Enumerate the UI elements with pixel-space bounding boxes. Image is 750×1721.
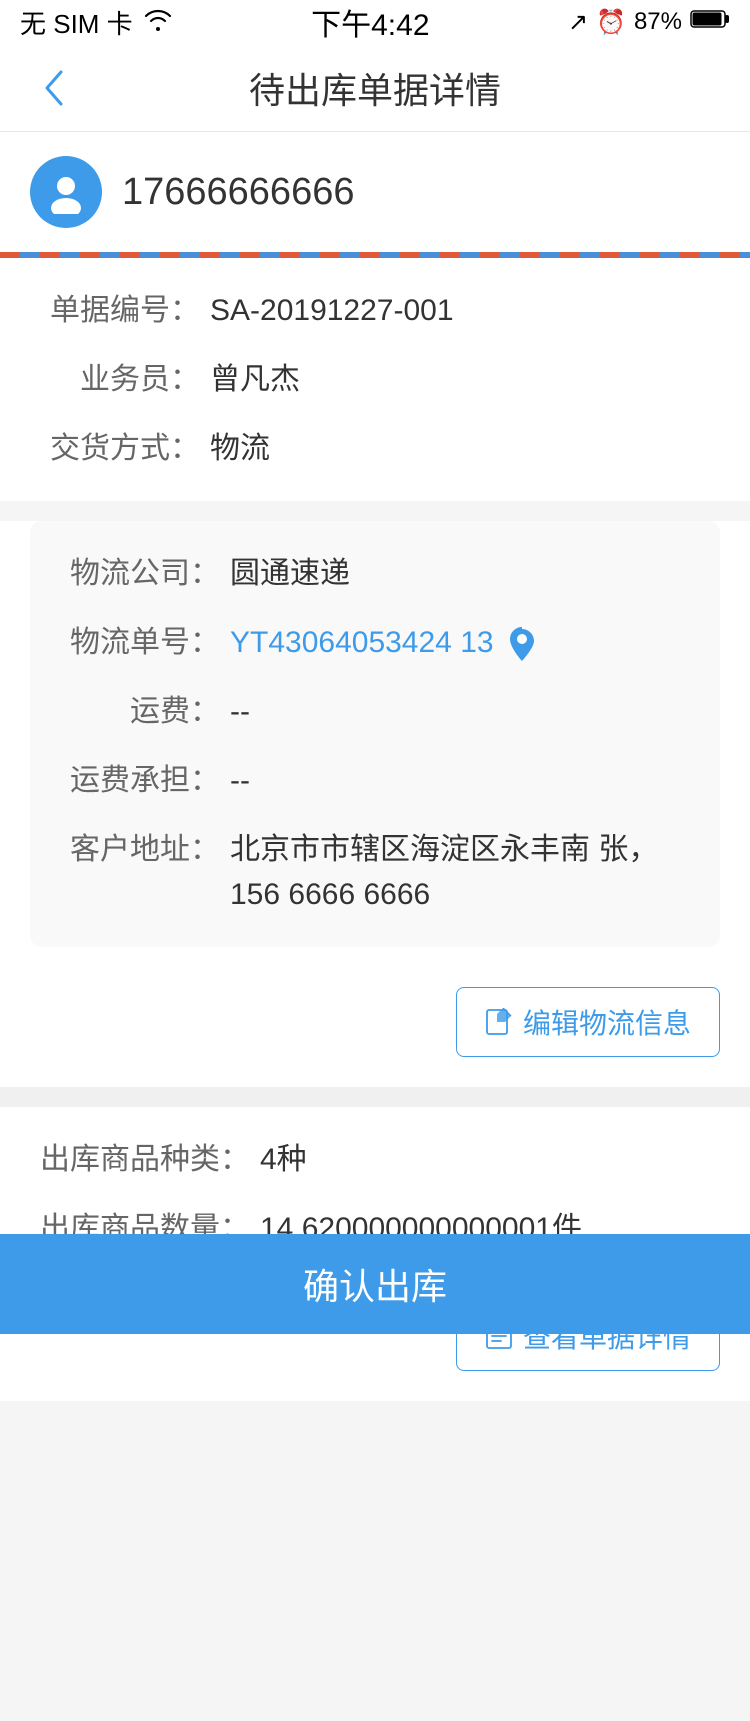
- product-type-label: 出库商品种类：: [40, 1137, 250, 1182]
- status-time: 下午4:42: [311, 0, 429, 44]
- address-row: 客户地址： 北京市市辖区海淀区永丰南 张，156 6666 6666: [60, 827, 690, 917]
- address-label: 客户地址：: [60, 827, 220, 872]
- empty-space: [0, 1401, 750, 1601]
- freight-bearer-value: --: [230, 758, 690, 803]
- wifi-icon: [143, 7, 173, 38]
- order-basic-info: 单据编号： SA-20191227-001 业务员： 曾凡杰 交货方式： 物流: [0, 258, 750, 501]
- user-avatar: [30, 156, 102, 228]
- product-type-value: 4种: [260, 1137, 710, 1182]
- freight-row: 运费： --: [60, 689, 690, 734]
- freight-label: 运费：: [60, 689, 220, 734]
- tracking-row: 物流单号： YT43064053424 13: [60, 620, 690, 665]
- location-icon: ↗: [568, 8, 588, 37]
- edit-logistics-button[interactable]: 编辑物流信息: [456, 987, 720, 1057]
- carrier-text: 无 SIM 卡: [20, 4, 133, 41]
- logistics-company-row: 物流公司： 圆通速递: [60, 551, 690, 596]
- address-value: 北京市市辖区海淀区永丰南 张，156 6666 6666: [230, 827, 690, 917]
- salesperson-label: 业务员：: [40, 357, 200, 402]
- nav-bar: 待出库单据详情: [0, 44, 750, 132]
- doc-number-label: 单据编号：: [40, 288, 200, 333]
- delivery-method-row: 交货方式： 物流: [40, 426, 710, 471]
- location-pin-icon[interactable]: [506, 627, 538, 659]
- confirm-bar[interactable]: 确认出库: [0, 1234, 750, 1334]
- logistics-card: 物流公司： 圆通速递 物流单号： YT43064053424 13 运费：: [30, 521, 720, 947]
- salesperson-value: 曾凡杰: [210, 357, 710, 402]
- status-bar: 无 SIM 卡 下午4:42 ↗ ⏰ 87%: [0, 0, 750, 44]
- battery-text: 87%: [634, 8, 682, 36]
- edit-logistics-label: 编辑物流信息: [523, 1002, 691, 1042]
- status-left: 无 SIM 卡: [20, 4, 173, 41]
- page-title: 待出库单据详情: [80, 62, 670, 114]
- main-content: 17666666666 单据编号： SA-20191227-001 业务员： 曾…: [0, 132, 750, 1721]
- tracking-label: 物流单号：: [60, 620, 220, 665]
- user-header: 17666666666: [0, 132, 750, 252]
- back-button[interactable]: [30, 63, 80, 113]
- status-right: ↗ ⏰ 87%: [568, 8, 730, 37]
- tracking-value: YT43064053424 13: [230, 620, 690, 665]
- user-phone: 17666666666: [122, 171, 354, 214]
- delivery-method-value: 物流: [210, 426, 710, 471]
- freight-value: --: [230, 689, 690, 734]
- edit-logistics-section: 编辑物流信息: [0, 967, 750, 1087]
- gray-divider-1: [0, 1087, 750, 1107]
- clock-icon: ⏰: [596, 8, 626, 37]
- logistics-company-value: 圆通速递: [230, 551, 690, 596]
- logistics-company-label: 物流公司：: [60, 551, 220, 596]
- doc-number-row: 单据编号： SA-20191227-001: [40, 288, 710, 333]
- battery-icon: [690, 8, 730, 36]
- confirm-button-label: 确认出库: [303, 1258, 447, 1310]
- freight-bearer-label: 运费承担：: [60, 758, 220, 803]
- delivery-method-label: 交货方式：: [40, 426, 200, 471]
- product-type-row: 出库商品种类： 4种: [40, 1137, 710, 1182]
- salesperson-row: 业务员： 曾凡杰: [40, 357, 710, 402]
- freight-bearer-row: 运费承担： --: [60, 758, 690, 803]
- doc-number-value: SA-20191227-001: [210, 288, 710, 333]
